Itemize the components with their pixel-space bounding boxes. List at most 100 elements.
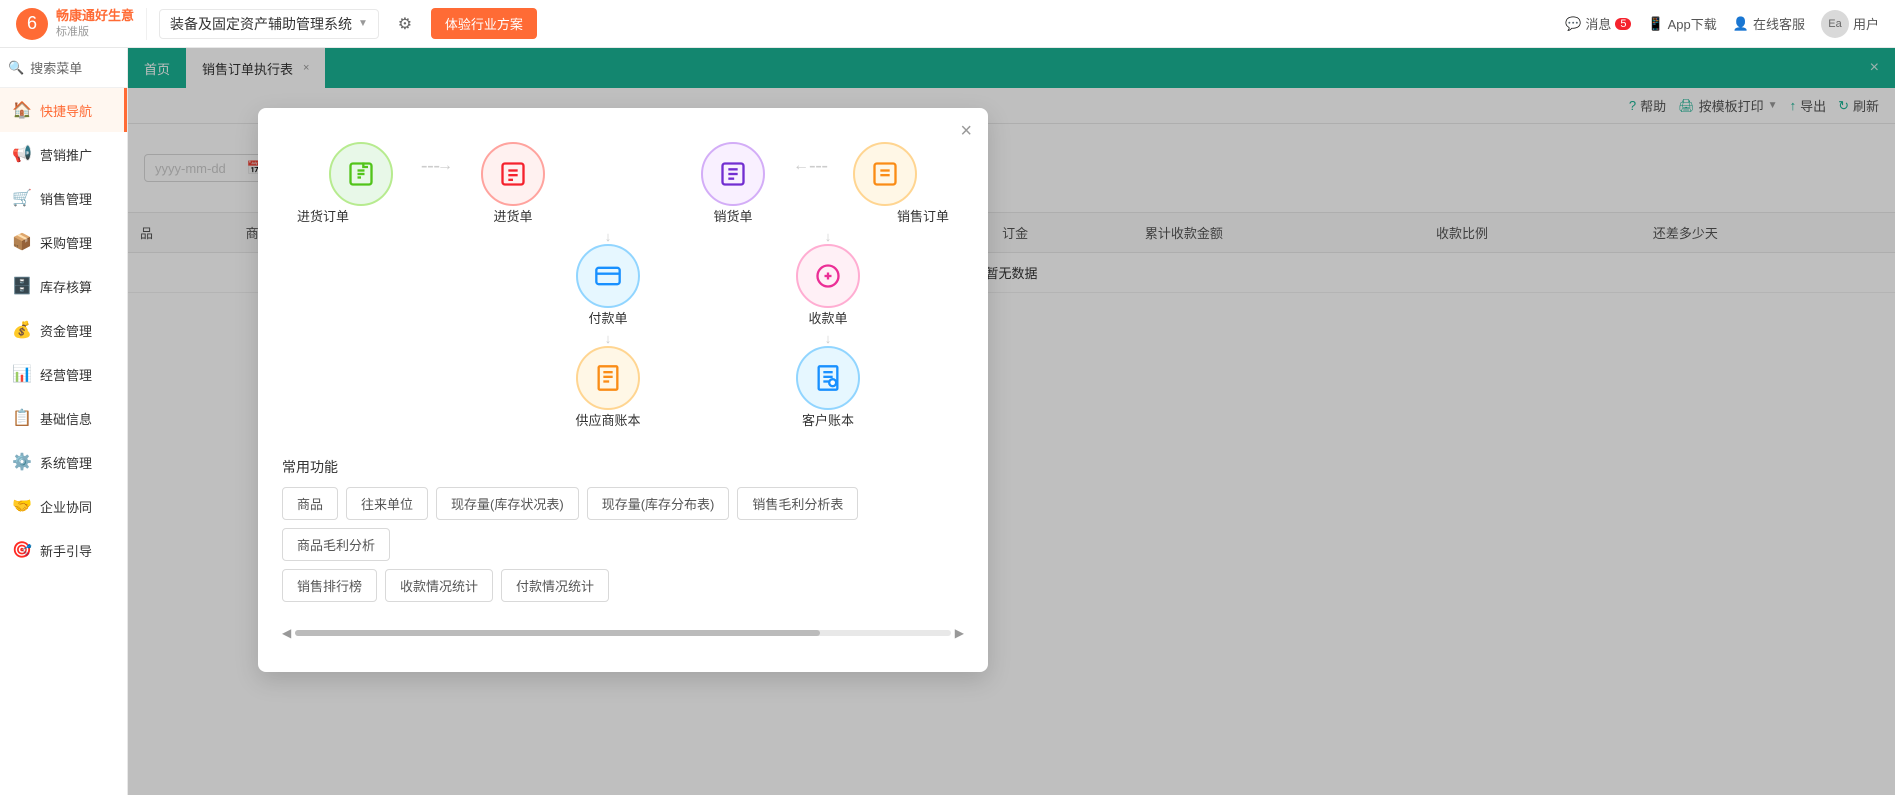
func-btn-stock-status[interactable]: 现存量(库存状况表) [436, 487, 579, 520]
spacer-down2 [478, 229, 548, 244]
sidebar-item-quick-nav[interactable]: 🏠 快捷导航 [0, 88, 127, 132]
func-btn-sales-profit[interactable]: 销售毛利分析表 [737, 487, 858, 520]
func-btn-goods[interactable]: 商品 [282, 487, 338, 520]
base-info-icon: 📋 [12, 408, 32, 428]
flow-item-supplier-ledger [558, 346, 658, 410]
scroll-bar: ◀ ▶ [282, 618, 964, 648]
purchase-order-icon [329, 142, 393, 206]
func-btn-payment-stats[interactable]: 付款情况统计 [501, 569, 609, 602]
func-btn-goods-profit[interactable]: 商品毛利分析 [282, 528, 390, 561]
sidebar-item-purchase[interactable]: 📦 采购管理 [0, 220, 127, 264]
sidebar-item-base-info[interactable]: 📋 基础信息 [0, 396, 127, 440]
scroll-left-btn[interactable]: ◀ [282, 626, 291, 640]
func-btn-parties[interactable]: 往来单位 [346, 487, 428, 520]
spacer-down1 [368, 229, 468, 244]
payment-icon [576, 244, 640, 308]
customer-ledger-icon [796, 346, 860, 410]
flow-item-sales-bill [683, 142, 783, 206]
supplier-ledger-icon [576, 346, 640, 410]
top-right-actions: 💬 消息 5 📱 App下载 👤 在线客服 Ea 用户 [1565, 10, 1879, 38]
label-purchase-order: 进货订单 [273, 206, 373, 225]
marketing-icon: 📢 [12, 144, 32, 164]
label-purchase-bill: 进货单 [463, 206, 563, 225]
app-download-button[interactable]: 📱 App下载 [1647, 14, 1716, 33]
spacer-da2-2 [478, 331, 548, 346]
flow-item-sales-order [835, 142, 935, 206]
spacer-lbl2-3 [668, 308, 768, 327]
logo-section: 6 畅康通好生意 标准版 [16, 8, 147, 40]
flow-item-receipt [778, 244, 878, 308]
flow-modal: × [258, 108, 988, 672]
func-btn-sales-rank[interactable]: 销售排行榜 [282, 569, 377, 602]
spacer-da2-3 [668, 331, 768, 346]
message-button[interactable]: 💬 消息 5 [1565, 14, 1631, 33]
modal-close-button[interactable]: × [960, 120, 972, 143]
service-icon: 👤 [1733, 16, 1749, 32]
sidebar-item-finance[interactable]: 💰 资金管理 [0, 308, 127, 352]
arrow-so-to-sb: ← - - - [793, 155, 825, 178]
experience-button[interactable]: 体验行业方案 [431, 8, 537, 39]
label-sales-order: 销售订单 [873, 206, 973, 225]
download-icon: 📱 [1647, 16, 1663, 32]
flow-item-customer-ledger [778, 346, 878, 410]
sidebar-item-enterprise[interactable]: 🤝 企业协同 [0, 484, 127, 528]
newbie-icon: 🎯 [12, 540, 32, 560]
message-badge: 5 [1615, 18, 1631, 30]
settings-icon[interactable]: ⚙ [391, 10, 419, 38]
sidebar: 🔍 搜索菜单 🏠 快捷导航 📢 营销推广 🛒 销售管理 📦 采购管理 🗄️ [0, 48, 128, 795]
sidebar-item-marketing[interactable]: 📢 营销推广 [0, 132, 127, 176]
sidebar-item-inventory[interactable]: 🗄️ 库存核算 [0, 264, 127, 308]
down-arrow-payment: ↓ [558, 331, 658, 346]
flow-item-purchase-order [311, 142, 411, 206]
purchase-icon: 📦 [12, 232, 32, 252]
scroll-right-btn[interactable]: ▶ [955, 626, 964, 640]
sidebar-item-system[interactable]: ⚙️ 系统管理 [0, 440, 127, 484]
search-icon: 🔍 [8, 60, 24, 76]
search-menu-button[interactable]: 🔍 搜索菜单 [0, 48, 127, 88]
scroll-track[interactable] [295, 630, 951, 636]
common-functions-title: 常用功能 [282, 457, 964, 477]
spacer-lbl2-2 [478, 308, 548, 327]
spacer-lbl3-2 [478, 410, 548, 429]
func-buttons-row1: 商品 往来单位 现存量(库存状况表) 现存量(库存分布表) 销售毛利分析表 商品… [282, 487, 964, 561]
func-btn-stock-dist[interactable]: 现存量(库存分布表) [587, 487, 730, 520]
spacer-lbl3-1 [368, 410, 468, 429]
sales-order-icon [853, 142, 917, 206]
sidebar-item-operations[interactable]: 📊 经营管理 [0, 352, 127, 396]
sales-icon: 🛒 [12, 188, 32, 208]
app-container: 6 畅康通好生意 标准版 装备及固定资产辅助管理系统 ▼ ⚙ 体验行业方案 💬 … [0, 0, 1895, 795]
home-icon: 🏠 [12, 100, 32, 120]
spacer-da2-1 [368, 331, 468, 346]
purchase-bill-icon [481, 142, 545, 206]
system-title[interactable]: 装备及固定资产辅助管理系统 ▼ [159, 9, 379, 39]
func-btn-receipt-stats[interactable]: 收款情况统计 [385, 569, 493, 602]
func-buttons-row2: 销售排行榜 收款情况统计 付款情况统计 [282, 569, 964, 602]
flow-item-payment [558, 244, 658, 308]
label-supplier-ledger: 供应商账本 [558, 410, 658, 429]
scroll-thumb [295, 630, 819, 636]
spacer-lbl3-3 [668, 410, 768, 429]
operations-icon: 📊 [12, 364, 32, 384]
online-service-button[interactable]: 👤 在线客服 [1733, 14, 1805, 33]
finance-icon: 💰 [12, 320, 32, 340]
spacer-lbl2-1 [368, 308, 468, 327]
label-receipt: 收款单 [778, 308, 878, 327]
user-menu[interactable]: Ea 用户 [1821, 10, 1879, 38]
sidebar-item-newbie[interactable]: 🎯 新手引导 [0, 528, 127, 572]
arrow-po-to-pb: - - - → [421, 155, 453, 178]
down-arrow-receipt: ↓ [778, 331, 878, 346]
common-functions-section: 常用功能 商品 往来单位 现存量(库存状况表) 现存量(库存分布表) 销售毛利分… [282, 449, 964, 618]
logo-icon: 6 [16, 8, 48, 40]
sidebar-item-sales[interactable]: 🛒 销售管理 [0, 176, 127, 220]
enterprise-icon: 🤝 [12, 496, 32, 516]
label-sales-bill: 销货单 [683, 206, 783, 225]
inventory-icon: 🗄️ [12, 276, 32, 296]
label-customer-ledger: 客户账本 [778, 410, 878, 429]
system-icon: ⚙️ [12, 452, 32, 472]
avatar: Ea [1821, 10, 1849, 38]
down-arrow-sb: ↓ [778, 229, 878, 244]
flow-item-purchase-bill [463, 142, 563, 206]
label-payment: 付款单 [558, 308, 658, 327]
down-arrow-pb: ↓ [558, 229, 658, 244]
top-bar: 6 畅康通好生意 标准版 装备及固定资产辅助管理系统 ▼ ⚙ 体验行业方案 💬 … [0, 0, 1895, 48]
